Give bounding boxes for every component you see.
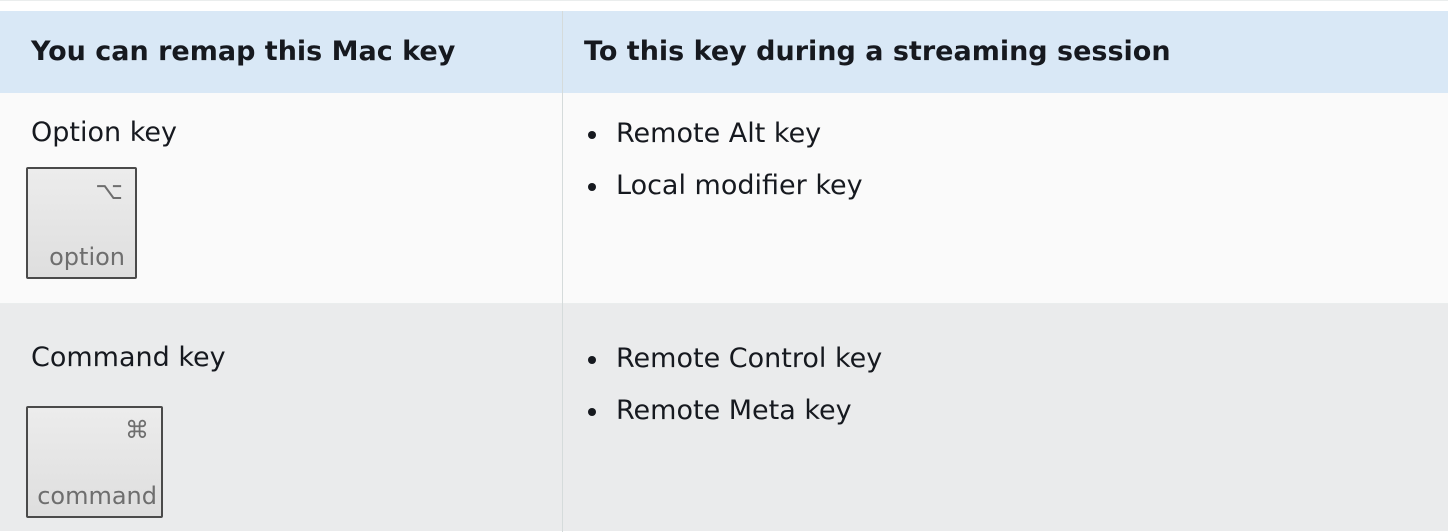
key-remap-table: You can remap this Mac key To this key d…: [0, 0, 1448, 532]
command-symbol: ⌘: [125, 416, 149, 444]
option-key-label: option: [49, 243, 125, 271]
list-item: Local modifier key: [584, 167, 863, 219]
option-symbol: ⌥: [95, 177, 123, 205]
target-key-label: Remote Control key: [616, 343, 883, 374]
table-header-row: You can remap this Mac key To this key d…: [0, 11, 1448, 93]
command-key-icon: ⌘ command: [26, 406, 163, 518]
table-row: Option key ⌥ option Remote Alt key Local…: [0, 93, 1448, 304]
target-key-label: Local modifier key: [616, 170, 863, 201]
target-key-list: Remote Alt key Local modifier key: [584, 115, 863, 219]
bullet-icon: [588, 356, 596, 364]
list-item: Remote Meta key: [584, 392, 882, 444]
target-key-list: Remote Control key Remote Meta key: [584, 340, 882, 444]
bullet-icon: [588, 183, 596, 191]
mac-key-name: Option key: [31, 117, 177, 148]
column-divider: [562, 11, 563, 532]
list-item: Remote Alt key: [584, 115, 863, 167]
bullet-icon: [588, 131, 596, 139]
option-key-icon: ⌥ option: [26, 167, 137, 279]
column-header-remote-key: To this key during a streaming session: [584, 36, 1171, 67]
target-key-label: Remote Alt key: [616, 118, 822, 149]
column-header-mac-key: You can remap this Mac key: [31, 36, 456, 67]
table-row: Command key ⌘ command Remote Control key…: [0, 304, 1448, 531]
bullet-icon: [588, 408, 596, 416]
command-key-label: command: [37, 482, 157, 510]
mac-key-name: Command key: [31, 342, 226, 373]
target-key-label: Remote Meta key: [616, 395, 852, 426]
list-item: Remote Control key: [584, 340, 882, 392]
